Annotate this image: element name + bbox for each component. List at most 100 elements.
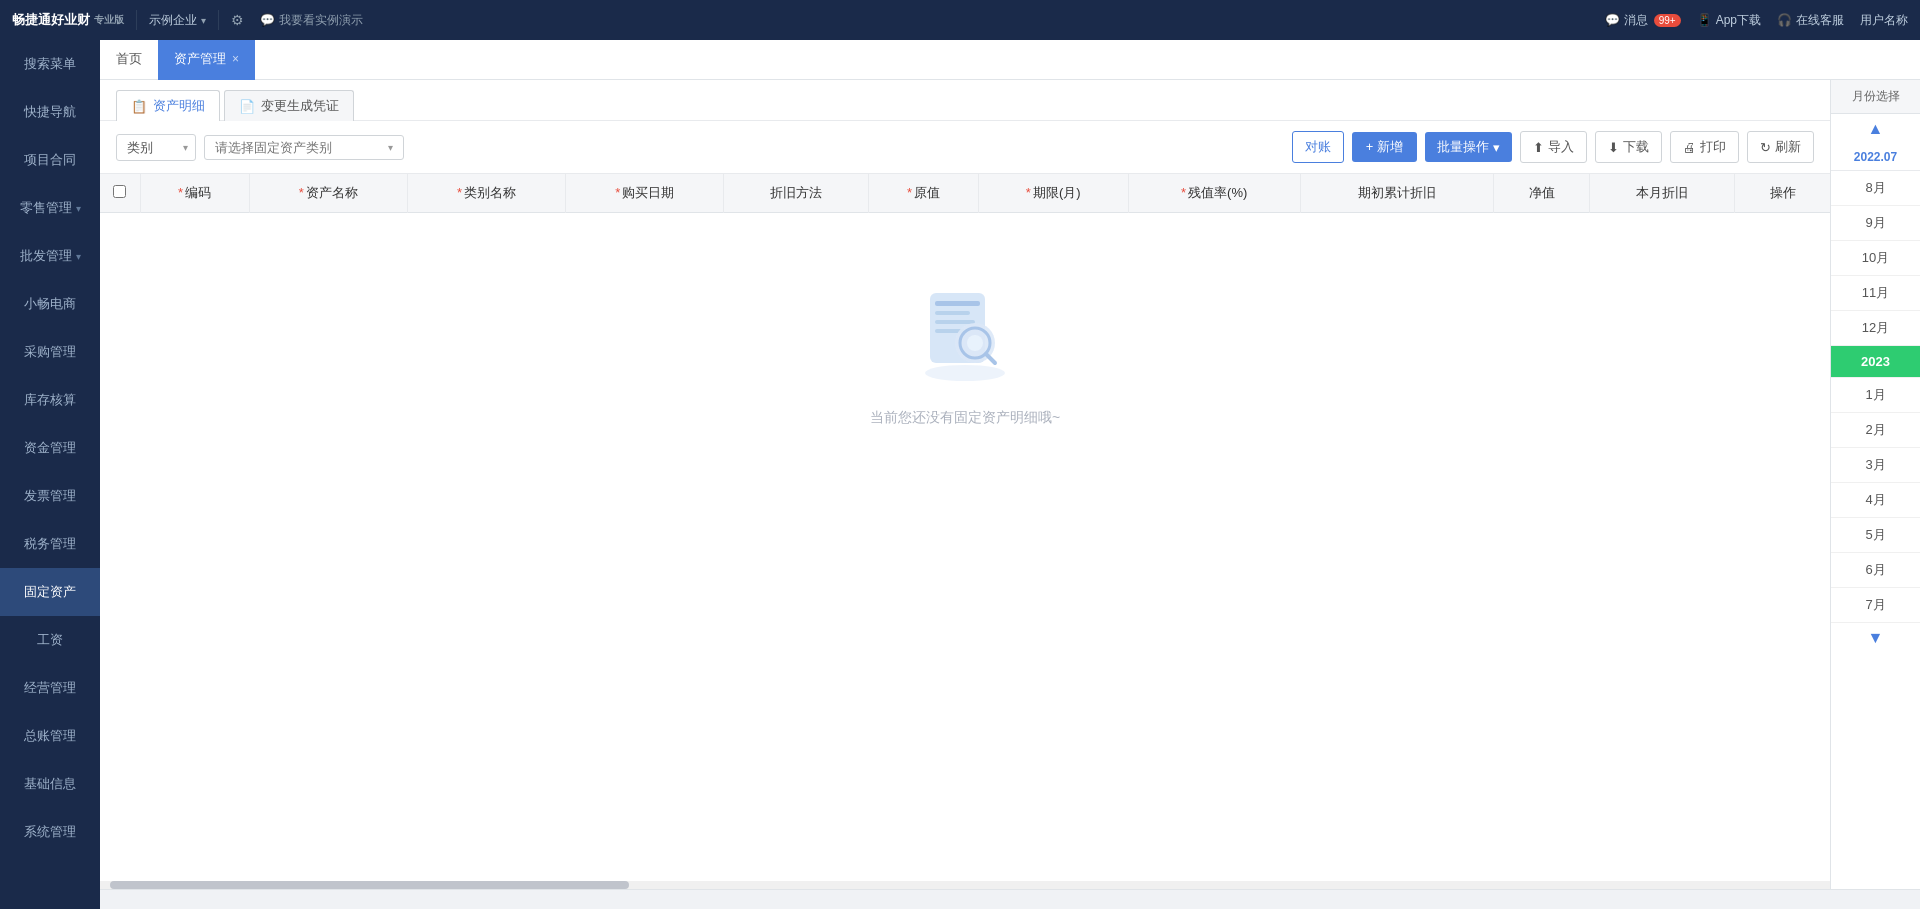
- app-download-button[interactable]: 📱 App下载: [1697, 12, 1761, 29]
- messages-button[interactable]: 💬 消息 99+: [1605, 12, 1681, 29]
- brand-sub: 专业版: [94, 13, 124, 27]
- sub-tabs: 📋 资产明细 📄 变更生成凭证: [100, 80, 1830, 121]
- month-item-5[interactable]: 5月: [1831, 518, 1920, 553]
- app-download-label: App下载: [1716, 12, 1761, 29]
- sidebar-item-label: 固定资产: [24, 583, 76, 601]
- category-filter[interactable]: 类别: [116, 134, 196, 161]
- month-item-8[interactable]: 8月: [1831, 171, 1920, 206]
- sidebar-item-project[interactable]: 项目合同: [0, 136, 100, 184]
- close-icon[interactable]: ×: [232, 52, 239, 66]
- sidebar-item-ecommerce[interactable]: 小畅电商: [0, 280, 100, 328]
- import-button[interactable]: ⬆ 导入: [1520, 131, 1587, 163]
- required-star: *: [615, 185, 620, 200]
- sidebar-item-label: 发票管理: [24, 487, 76, 505]
- sidebar-item-purchase[interactable]: 采购管理: [0, 328, 100, 376]
- scrollbar-thumb[interactable]: [110, 881, 629, 889]
- svg-rect-2: [935, 301, 980, 306]
- sub-tab-change-voucher[interactable]: 📄 变更生成凭证: [224, 90, 354, 121]
- sub-tab-asset-detail[interactable]: 📋 资产明细: [116, 90, 220, 121]
- table-wrap: *编码 *资产名称 *类别名称 *购买日期 折旧方法 *原值 *期限(月) *残…: [100, 174, 1830, 881]
- month-item-9[interactable]: 9月: [1831, 206, 1920, 241]
- sidebar-item-operations[interactable]: 经营管理: [0, 664, 100, 712]
- sidebar-item-search[interactable]: 搜索菜单: [0, 40, 100, 88]
- month-item-12[interactable]: 12月: [1831, 311, 1920, 346]
- sub-tab-label: 变更生成凭证: [261, 97, 339, 115]
- tab-asset-management[interactable]: 资产管理 ×: [158, 40, 255, 80]
- horizontal-scrollbar[interactable]: [100, 881, 1830, 889]
- import-label: 导入: [1548, 138, 1574, 156]
- batch-label: 批量操作: [1437, 138, 1489, 156]
- batch-button[interactable]: 批量操作 ▾: [1425, 132, 1512, 162]
- month-item-year-2023[interactable]: 2023: [1831, 346, 1920, 378]
- brand: 畅捷通好业财 专业版: [12, 11, 124, 29]
- month-item-11[interactable]: 11月: [1831, 276, 1920, 311]
- month-up-button[interactable]: ▲: [1860, 118, 1892, 140]
- month-item-7[interactable]: 7月: [1831, 588, 1920, 623]
- messages-label: 消息: [1624, 12, 1648, 29]
- category-input[interactable]: [215, 140, 384, 155]
- toolbar: 类别 ▾ ▾ 对账 + 新增 批量操作: [100, 121, 1830, 174]
- tab-bar: 首页 资产管理 ×: [100, 40, 1920, 80]
- month-item-6[interactable]: 6月: [1831, 553, 1920, 588]
- sidebar-item-system[interactable]: 系统管理: [0, 808, 100, 856]
- download-label: 下载: [1623, 138, 1649, 156]
- import-icon: ⬆: [1533, 140, 1544, 155]
- print-button[interactable]: 🖨 打印: [1670, 131, 1739, 163]
- th-code: *编码: [140, 174, 249, 213]
- svg-point-0: [925, 365, 1005, 381]
- sidebar-item-finance[interactable]: 资金管理: [0, 424, 100, 472]
- empty-illustration: [905, 273, 1025, 393]
- tab-asset-label: 资产管理: [174, 50, 226, 68]
- month-item-10[interactable]: 10月: [1831, 241, 1920, 276]
- tab-home[interactable]: 首页: [100, 40, 158, 80]
- month-panel-header: 月份选择: [1831, 80, 1920, 114]
- online-service-button[interactable]: 🎧 在线客服: [1777, 12, 1844, 29]
- sidebar-item-wholesale[interactable]: 批发管理 ▾: [0, 232, 100, 280]
- sidebar-item-fixed-assets[interactable]: 固定资产: [0, 568, 100, 616]
- sidebar-item-basic-info[interactable]: 基础信息: [0, 760, 100, 808]
- sidebar-item-retail[interactable]: 零售管理 ▾: [0, 184, 100, 232]
- add-button[interactable]: + 新增: [1352, 132, 1417, 162]
- sidebar-item-quick-nav[interactable]: 快捷导航: [0, 88, 100, 136]
- print-label: 打印: [1700, 138, 1726, 156]
- match-button[interactable]: 对账: [1292, 131, 1344, 163]
- month-nav-down[interactable]: ▼: [1831, 623, 1920, 653]
- demo-link[interactable]: 💬 我要看实例演示: [260, 12, 363, 29]
- print-icon: 🖨: [1683, 140, 1696, 155]
- user-name: 用户名称: [1860, 12, 1908, 29]
- refresh-button[interactable]: ↻ 刷新: [1747, 131, 1814, 163]
- sidebar-item-payroll[interactable]: 工资: [0, 616, 100, 664]
- month-item-2[interactable]: 2月: [1831, 413, 1920, 448]
- settings-icon[interactable]: ⚙: [231, 12, 244, 28]
- month-item-3[interactable]: 3月: [1831, 448, 1920, 483]
- main-layout: 搜索菜单 快捷导航 项目合同 零售管理 ▾ 批发管理 ▾ 小畅电商 采购管理 库…: [0, 40, 1920, 909]
- empty-state: 当前您还没有固定资产明细哦~: [100, 213, 1830, 487]
- select-all-checkbox[interactable]: [113, 185, 126, 198]
- sidebar-item-inventory[interactable]: 库存核算: [0, 376, 100, 424]
- divider: [136, 10, 137, 30]
- month-item-4[interactable]: 4月: [1831, 483, 1920, 518]
- sidebar-item-general-ledger[interactable]: 总账管理: [0, 712, 100, 760]
- svg-rect-3: [935, 311, 970, 315]
- month-nav-up[interactable]: ▲: [1831, 114, 1920, 144]
- required-star: *: [178, 185, 183, 200]
- sidebar-item-label: 库存核算: [24, 391, 76, 409]
- chevron-down-icon: ▾: [76, 251, 81, 262]
- month-item-1[interactable]: 1月: [1831, 378, 1920, 413]
- month-down-button[interactable]: ▼: [1860, 627, 1892, 649]
- empty-text: 当前您还没有固定资产明细哦~: [870, 409, 1060, 427]
- category-input-wrap[interactable]: ▾: [204, 135, 404, 160]
- sidebar-item-label: 税务管理: [24, 535, 76, 553]
- demo-label: 我要看实例演示: [279, 12, 363, 29]
- category-filter-wrap: 类别 ▾: [116, 134, 196, 161]
- company-name: 示例企业: [149, 12, 197, 29]
- download-button[interactable]: ⬇ 下载: [1595, 131, 1662, 163]
- th-category: *类别名称: [408, 174, 566, 213]
- company-selector[interactable]: 示例企业 ▾: [149, 12, 206, 29]
- refresh-label: 刷新: [1775, 138, 1801, 156]
- page-content: 📋 资产明细 📄 变更生成凭证 类别: [100, 80, 1920, 889]
- sidebar-item-tax[interactable]: 税务管理: [0, 520, 100, 568]
- sidebar-item-invoice[interactable]: 发票管理: [0, 472, 100, 520]
- user-avatar[interactable]: 用户名称: [1860, 12, 1908, 29]
- th-monthly-depreciation: 本月折旧: [1590, 174, 1735, 213]
